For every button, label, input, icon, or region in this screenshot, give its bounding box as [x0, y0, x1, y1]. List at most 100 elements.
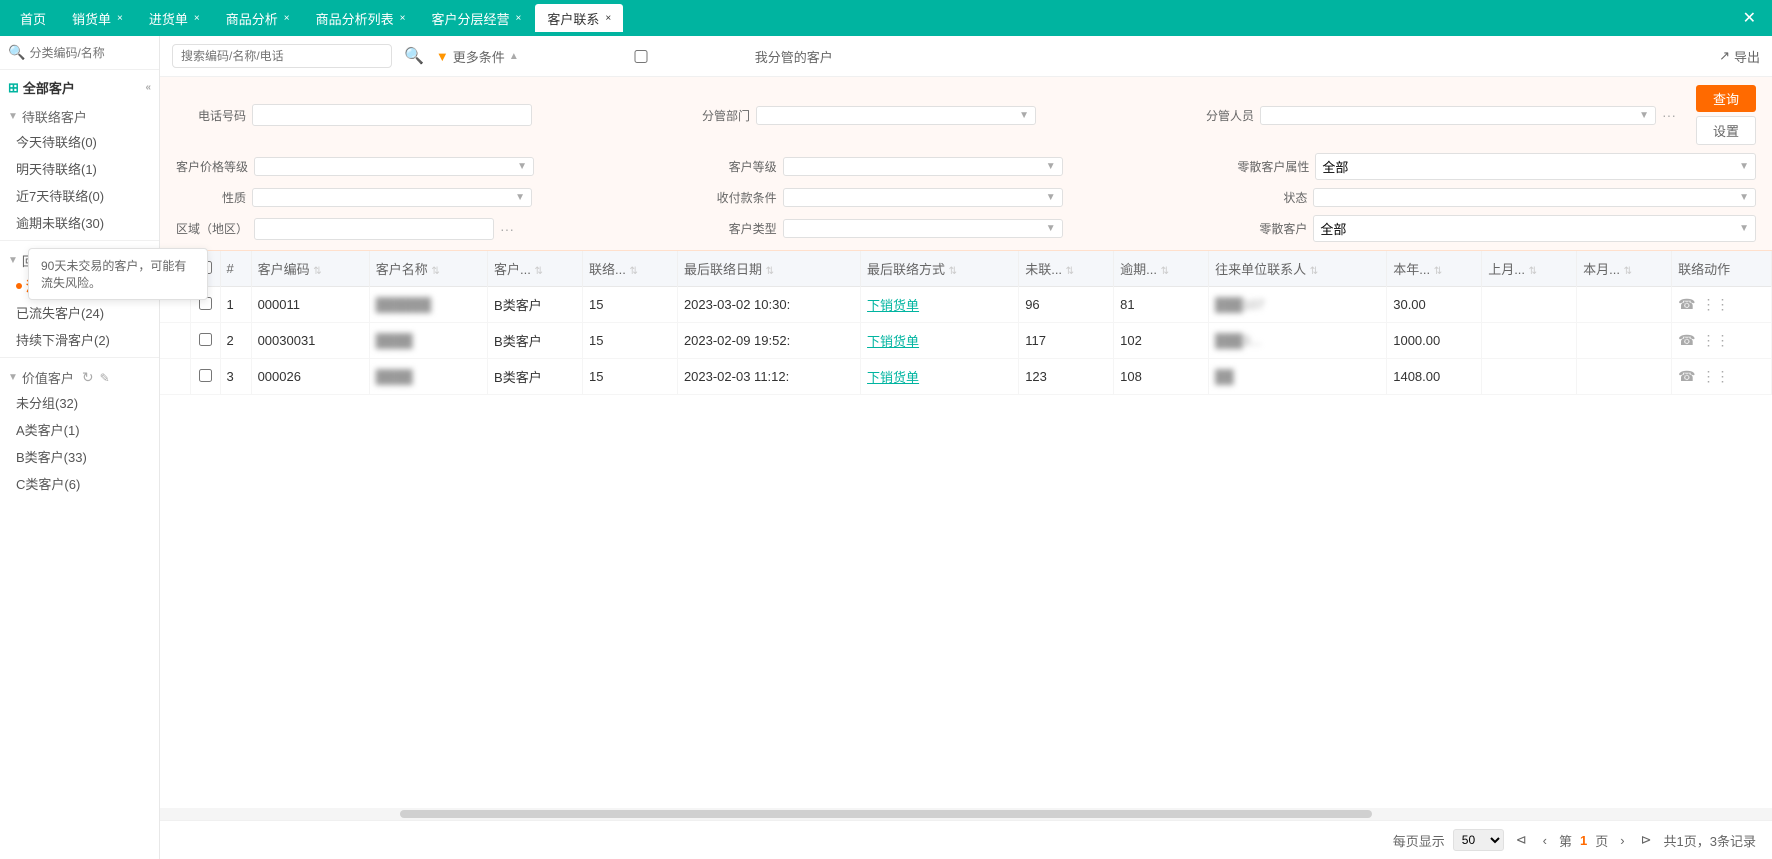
this-year-sort-icon[interactable]: ⇅	[1434, 266, 1442, 277]
sidebar-item-today[interactable]: 今天待联络(0)	[0, 128, 159, 155]
sparse-customer-select[interactable]: 全部 ▼	[1313, 215, 1756, 242]
overdue-col-header[interactable]: 逾期... ⇅	[1114, 251, 1209, 287]
close-customer-layers-icon[interactable]: ×	[515, 13, 521, 24]
close-purchase-icon[interactable]: ×	[194, 13, 200, 24]
tab-sales[interactable]: 销货单 ×	[60, 4, 135, 32]
sidebar-item-ungrouped[interactable]: 未分组(32)	[0, 389, 159, 416]
name-sort-icon[interactable]: ⇅	[431, 266, 439, 277]
contact-sort-icon[interactable]: ⇅	[629, 266, 637, 277]
close-all-button[interactable]: ✕	[1735, 8, 1764, 28]
sidebar-item-declining[interactable]: 持续下滑客户(2)	[0, 326, 159, 353]
type-sort-icon[interactable]: ⇅	[534, 266, 542, 277]
contact-icon[interactable]: ☎	[1678, 296, 1695, 313]
last-page-button[interactable]: ⊳	[1637, 830, 1656, 850]
settings-button[interactable]: 设置	[1696, 116, 1756, 145]
no-contact-sort-icon[interactable]: ⇅	[1066, 266, 1074, 277]
filter-button[interactable]: ▼ 更多条件 ▲	[436, 47, 519, 66]
tab-purchase[interactable]: 进货单 ×	[137, 4, 212, 32]
last-month-col-header[interactable]: 上月... ⇅	[1482, 251, 1577, 287]
last-month-sort-icon[interactable]: ⇅	[1529, 266, 1537, 277]
tab-customer-contact[interactable]: 客户联系 ×	[535, 4, 623, 32]
last-contact-method-cell[interactable]: 下销货单	[861, 359, 1019, 395]
checkbox-cell[interactable]	[190, 359, 220, 395]
type-col-header[interactable]: 客户... ⇅	[488, 251, 583, 287]
more-action-icon[interactable]: ⋮⋮	[1702, 296, 1730, 313]
no-contact-col-header[interactable]: 未联... ⇅	[1019, 251, 1114, 287]
code-sort-icon[interactable]: ⇅	[313, 266, 321, 277]
collapse-icon[interactable]: «	[145, 82, 151, 93]
close-customer-contact-icon[interactable]: ×	[605, 13, 611, 24]
price-level-select[interactable]: ▼	[254, 157, 534, 176]
sidebar-item-class-a[interactable]: A类客户(1)	[0, 416, 159, 443]
row-checkbox[interactable]	[199, 369, 212, 382]
more-action-icon[interactable]: ⋮⋮	[1702, 332, 1730, 349]
close-goods-analysis-list-icon[interactable]: ×	[400, 13, 406, 24]
horizontal-scrollbar[interactable]	[160, 808, 1772, 820]
region-input[interactable]	[254, 218, 494, 240]
refresh-icon[interactable]: ↻	[82, 369, 94, 386]
sidebar-item-7days[interactable]: 近7天待联络(0)	[0, 182, 159, 209]
payment-select[interactable]: ▼	[783, 188, 1063, 207]
contact-method-link[interactable]: 下销货单	[867, 298, 919, 313]
unit-contact-sort-icon[interactable]: ⇅	[1310, 266, 1318, 277]
sidebar-search-input[interactable]	[29, 46, 160, 60]
group-value-customers[interactable]: ▼ 价值客户 ↻ ✎	[0, 362, 159, 389]
next-page-button[interactable]: ›	[1616, 831, 1628, 850]
sidebar-item-class-b[interactable]: B类客户(33)	[0, 443, 159, 470]
nature-select[interactable]: ▼	[252, 188, 532, 207]
per-page-select[interactable]: 50 100 200	[1453, 829, 1504, 851]
code-col-header[interactable]: 客户编码 ⇅	[251, 251, 369, 287]
contact-icon[interactable]: ☎	[1678, 368, 1695, 385]
checkbox-cell[interactable]	[190, 323, 220, 359]
query-button[interactable]: 查询	[1696, 85, 1756, 112]
tab-goods-analysis-list[interactable]: 商品分析列表 ×	[304, 4, 418, 32]
this-year-col-header[interactable]: 本年... ⇅	[1387, 251, 1482, 287]
sparse-attr-select[interactable]: 全部 ▼	[1315, 153, 1756, 180]
export-button[interactable]: ↗ 导出	[1719, 47, 1760, 66]
overdue-sort-icon[interactable]: ⇅	[1161, 266, 1169, 277]
person-label: 分管人员	[1184, 107, 1254, 124]
contact-method-link[interactable]: 下销货单	[867, 370, 919, 385]
contact-col-header[interactable]: 联络... ⇅	[582, 251, 677, 287]
last-contact-date-sort-icon[interactable]: ⇅	[766, 266, 774, 277]
contact-method-link[interactable]: 下销货单	[867, 334, 919, 349]
more-action-icon[interactable]: ⋮⋮	[1702, 368, 1730, 385]
phone-input[interactable]	[252, 104, 532, 126]
close-goods-analysis-icon[interactable]: ×	[284, 13, 290, 24]
unit-contact-col-header[interactable]: 往来单位联系人 ⇅	[1209, 251, 1387, 287]
sidebar-item-tomorrow[interactable]: 明天待联络(1)	[0, 155, 159, 182]
first-page-button[interactable]: ⊲	[1512, 830, 1531, 850]
my-customers-checkbox-label[interactable]: 我分管的客户	[531, 47, 833, 66]
tab-home[interactable]: 首页	[8, 4, 58, 32]
this-month-sort-icon[interactable]: ⇅	[1624, 266, 1632, 277]
name-col-header[interactable]: 客户名称 ⇅	[369, 251, 487, 287]
person-select[interactable]: ▼	[1260, 106, 1656, 125]
sidebar-item-overdue[interactable]: 逾期未联络(30)	[0, 209, 159, 236]
search-input[interactable]	[172, 44, 392, 68]
last-contact-method-col-header[interactable]: 最后联络方式 ⇅	[861, 251, 1019, 287]
all-customers-header[interactable]: ⊞ 全部客户 «	[0, 70, 159, 101]
group-pending-contact[interactable]: ▼ 待联络客户	[0, 101, 159, 128]
search-button[interactable]: 🔍	[404, 46, 424, 66]
person-more-icon[interactable]: ···	[1662, 107, 1676, 123]
last-contact-method-cell[interactable]: 下销货单	[861, 323, 1019, 359]
close-sales-icon[interactable]: ×	[117, 13, 123, 24]
last-contact-date-col-header[interactable]: 最后联络日期 ⇅	[677, 251, 860, 287]
customer-level-select[interactable]: ▼	[783, 157, 1063, 176]
dept-select[interactable]: ▼	[756, 106, 1036, 125]
row-checkbox[interactable]	[199, 333, 212, 346]
sidebar-item-churned[interactable]: 已流失客户(24)	[0, 299, 159, 326]
my-customers-checkbox[interactable]	[531, 50, 751, 63]
last-contact-method-sort-icon[interactable]: ⇅	[949, 266, 957, 277]
customer-type-select[interactable]: ▼	[783, 219, 1063, 238]
contact-icon[interactable]: ☎	[1678, 332, 1695, 349]
tab-customer-layers[interactable]: 客户分层经营 ×	[419, 4, 533, 32]
edit-icon[interactable]: ✎	[100, 371, 110, 385]
sidebar-item-class-c[interactable]: C类客户(6)	[0, 470, 159, 497]
region-more-icon[interactable]: ···	[500, 221, 514, 237]
this-month-col-header[interactable]: 本月... ⇅	[1577, 251, 1672, 287]
status-select[interactable]: ▼	[1313, 188, 1756, 207]
prev-page-button[interactable]: ‹	[1539, 831, 1551, 850]
last-contact-method-cell[interactable]: 下销货单	[861, 287, 1019, 323]
tab-goods-analysis[interactable]: 商品分析 ×	[214, 4, 302, 32]
